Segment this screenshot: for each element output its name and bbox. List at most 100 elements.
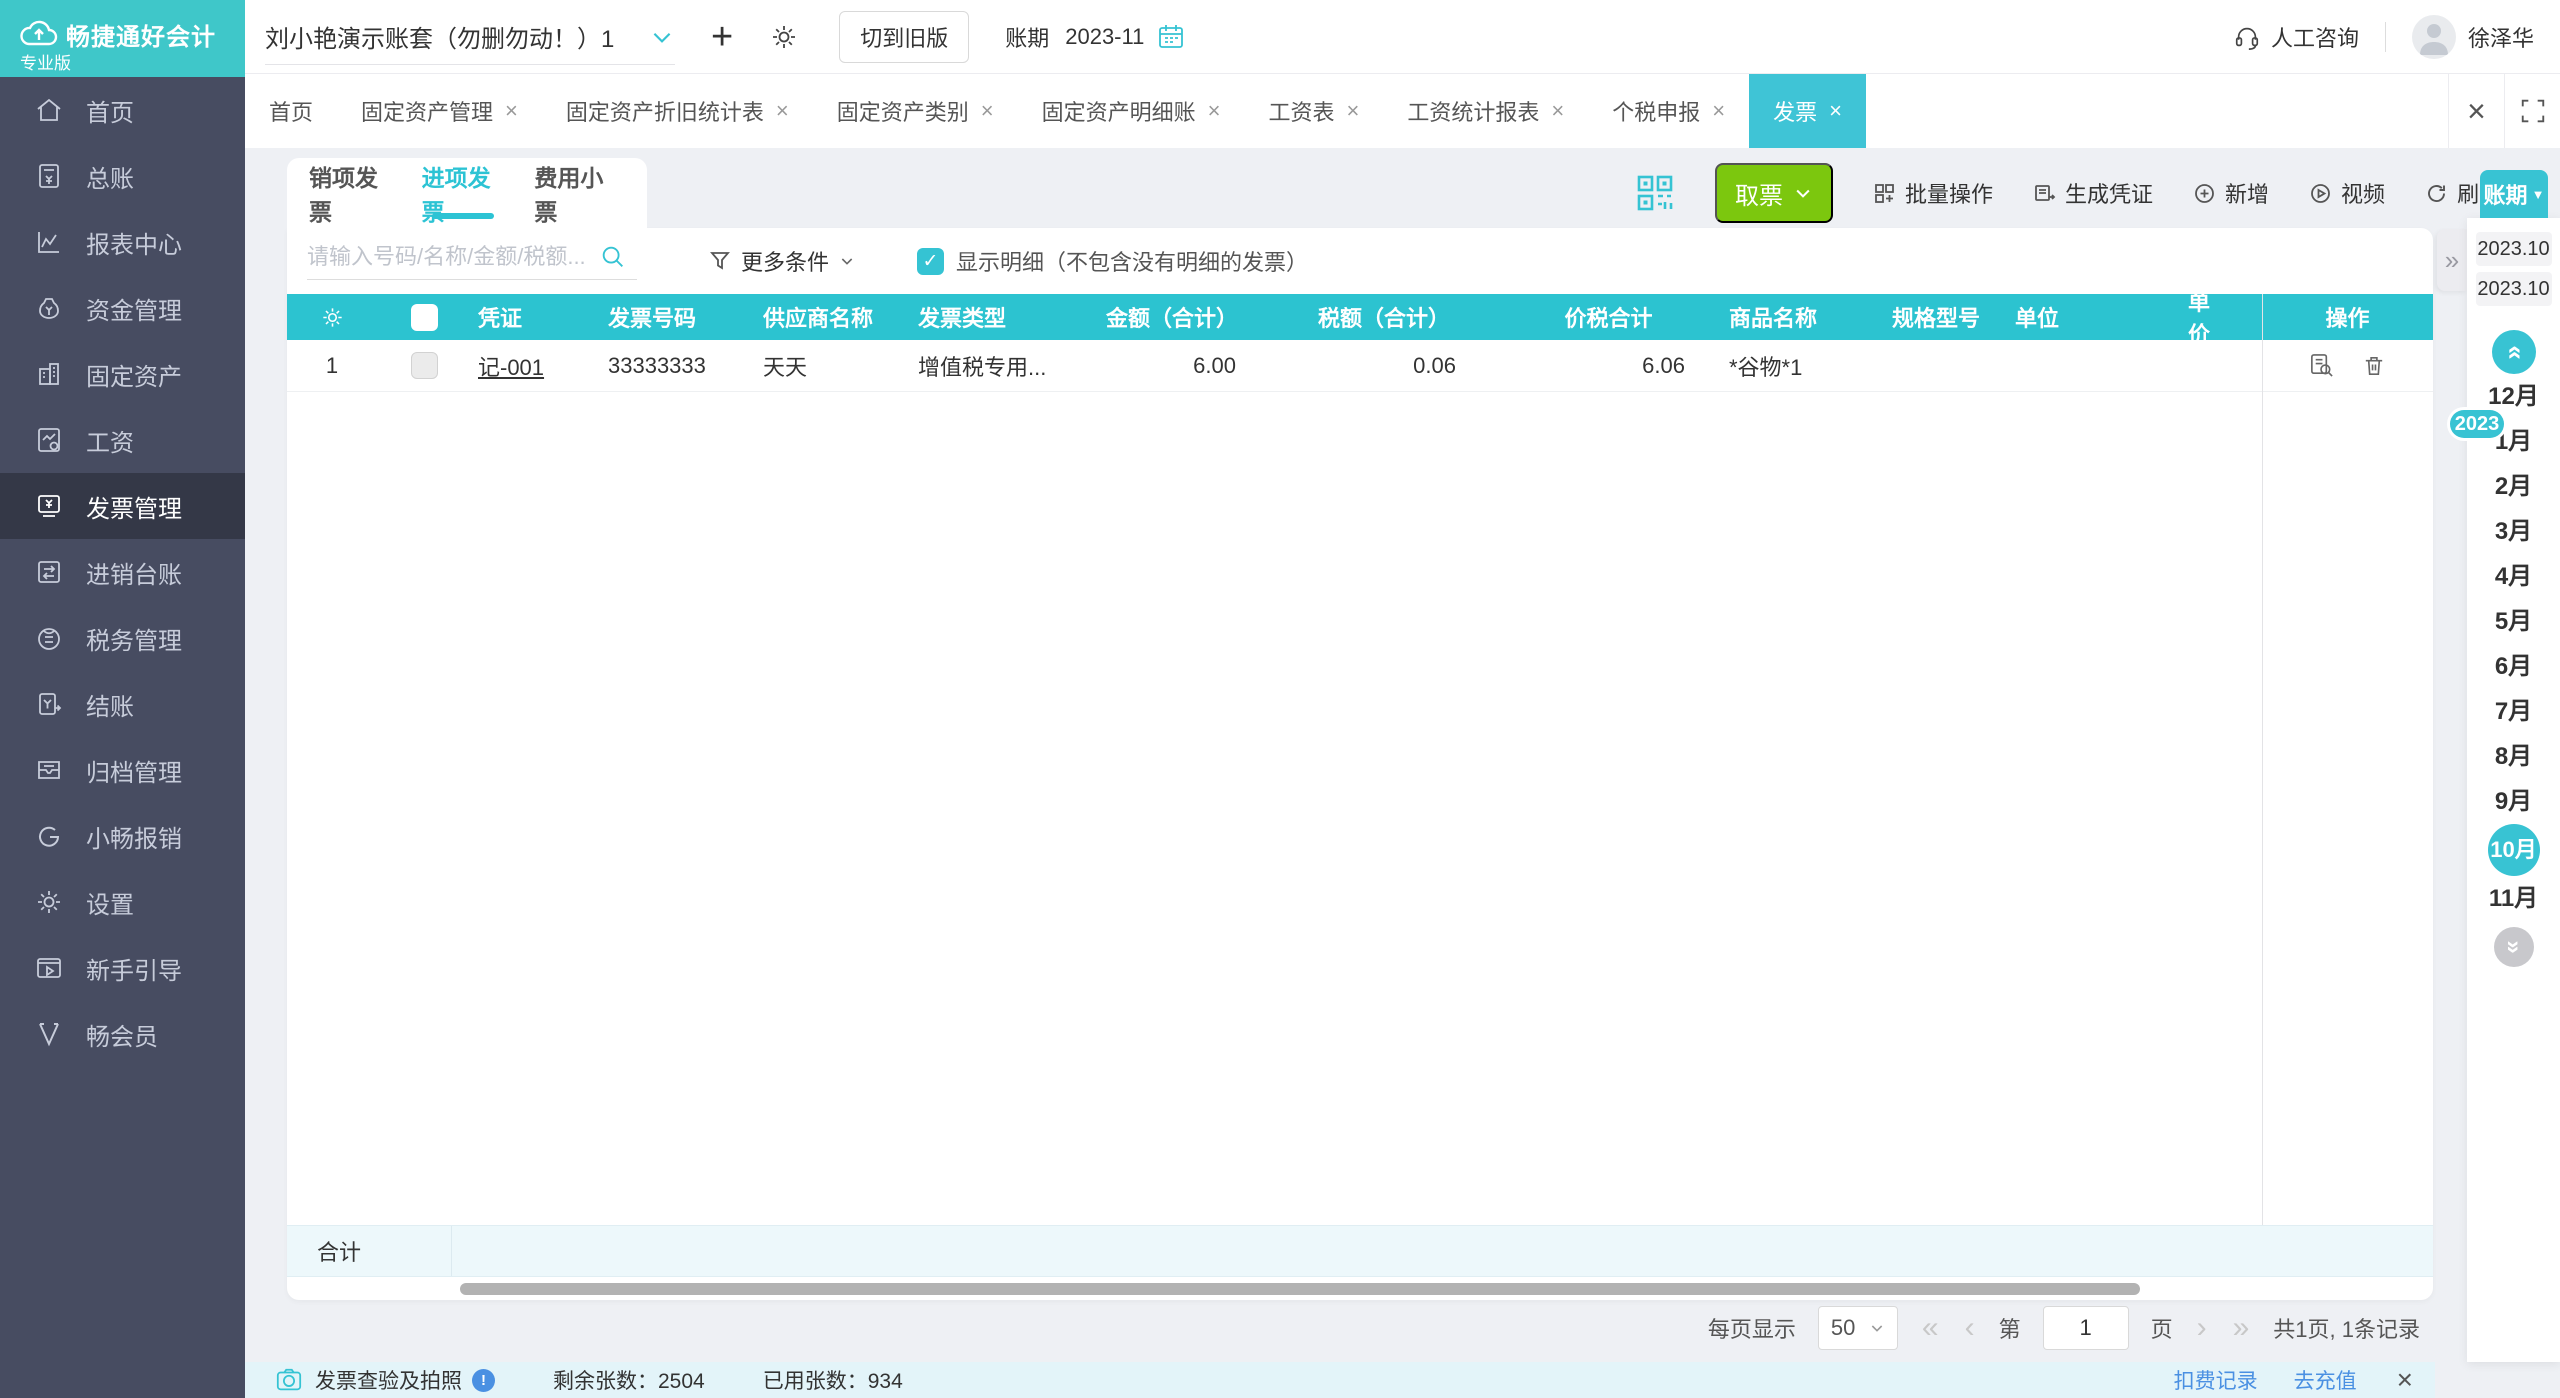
search-input[interactable]: [307, 243, 599, 270]
month-item[interactable]: 2月: [2467, 464, 2560, 509]
month-item[interactable]: 6月: [2467, 644, 2560, 689]
fullscreen-button[interactable]: [2504, 74, 2560, 148]
tab-salary-sheet[interactable]: 工资表 ×: [1245, 74, 1384, 148]
sidebar-item-archive[interactable]: 归档管理: [0, 737, 245, 803]
close-tab-icon[interactable]: ×: [1712, 98, 1725, 124]
header-supplier[interactable]: 供应商名称: [757, 294, 912, 340]
header-invoice-type[interactable]: 发票类型: [912, 294, 1070, 340]
close-tab-icon[interactable]: ×: [1347, 98, 1360, 124]
column-settings-button[interactable]: [287, 294, 377, 340]
tab-personal-tax[interactable]: 个税申报 ×: [1588, 74, 1749, 148]
tab-invoice[interactable]: 发票 ×: [1749, 74, 1867, 148]
month-item[interactable]: 11月: [2467, 876, 2560, 921]
prev-page-button[interactable]: ‹: [1963, 1313, 1977, 1343]
month-item[interactable]: 3月: [2467, 509, 2560, 554]
table-row[interactable]: 1 记-001 33333333 天天 增值税专用... 6.00 0.06 6…: [287, 340, 2433, 392]
sidebar-item-funds[interactable]: 资金管理: [0, 275, 245, 341]
header-voucher[interactable]: 凭证: [472, 294, 602, 340]
header-unit-price[interactable]: 单价: [2188, 294, 2262, 340]
header-amount[interactable]: 金额（合计）: [1070, 294, 1274, 340]
header-total[interactable]: 价税合计: [1494, 294, 1723, 340]
close-tab-icon[interactable]: ×: [1551, 98, 1564, 124]
support-button[interactable]: 人工咨询: [2233, 21, 2359, 53]
account-set-selector[interactable]: 刘小艳演示账套（勿删勿动！）1: [265, 0, 675, 74]
sidebar-item-home[interactable]: 首页: [0, 77, 245, 143]
close-tab-icon[interactable]: ×: [505, 98, 518, 124]
sidebar-item-settings[interactable]: 设置: [0, 869, 245, 935]
month-item[interactable]: 7月: [2467, 689, 2560, 734]
sidebar-item-general-ledger[interactable]: 总账: [0, 143, 245, 209]
calendar-button[interactable]: [1156, 22, 1186, 52]
last-page-button[interactable]: »: [2231, 1313, 2252, 1343]
first-page-button[interactable]: «: [1920, 1313, 1941, 1343]
subtab-sales-invoices[interactable]: 销项发票: [309, 158, 392, 228]
scroll-months-down-button[interactable]: »: [2493, 927, 2534, 967]
tab-home[interactable]: 首页: [245, 74, 337, 148]
add-account-set-button[interactable]: +: [711, 18, 733, 56]
tab-asset-detail-ledger[interactable]: 固定资产明细账 ×: [1018, 74, 1245, 148]
fee-records-link[interactable]: 扣费记录: [2174, 1365, 2258, 1395]
video-help-button[interactable]: 视频: [2309, 177, 2385, 209]
delete-button[interactable]: [2361, 353, 2387, 379]
sidebar-item-invoice[interactable]: 发票管理: [0, 473, 245, 539]
sidebar-item-purchase-sales[interactable]: 进销台账: [0, 539, 245, 605]
make-voucher-button[interactable]: 生成凭证: [2033, 177, 2153, 209]
add-invoice-button[interactable]: 新增: [2193, 177, 2269, 209]
header-spec[interactable]: 规格型号: [1886, 294, 2009, 340]
voucher-link[interactable]: 记-001: [478, 350, 544, 382]
avatar[interactable]: [2411, 14, 2456, 59]
scroll-months-up-button[interactable]: »: [2491, 330, 2536, 374]
show-detail-checkbox[interactable]: ✓: [917, 247, 945, 275]
close-tab-icon[interactable]: ×: [776, 98, 789, 124]
tab-depreciation-report[interactable]: 固定资产折旧统计表 ×: [542, 74, 813, 148]
month-item-active[interactable]: 10月: [2487, 824, 2540, 876]
subtab-purchase-invoices[interactable]: 进项发票: [422, 158, 505, 228]
sidebar-item-closing[interactable]: 结账: [0, 671, 245, 737]
scrollbar-thumb[interactable]: [460, 1283, 2140, 1295]
period-panel-tab[interactable]: 账期 ▼: [2480, 170, 2548, 218]
close-tab-icon[interactable]: ×: [981, 98, 994, 124]
row-checkbox[interactable]: [411, 352, 438, 379]
month-item[interactable]: 9月: [2467, 779, 2560, 824]
close-all-tabs-button[interactable]: ×: [2448, 74, 2504, 148]
sidebar-item-salary[interactable]: 工资: [0, 407, 245, 473]
sidebar-item-member[interactable]: 畅会员: [0, 1001, 245, 1067]
collapse-panel-button[interactable]: »: [2437, 229, 2467, 291]
tab-fixed-asset-mgmt[interactable]: 固定资产管理 ×: [337, 74, 542, 148]
tab-salary-report[interactable]: 工资统计报表 ×: [1383, 74, 1588, 148]
more-conditions-button[interactable]: 更多条件: [709, 245, 855, 277]
sidebar-item-guide[interactable]: 新手引导: [0, 935, 245, 1001]
period-from[interactable]: 2023.10: [2475, 232, 2552, 266]
sidebar-item-report-center[interactable]: 报表中心: [0, 209, 245, 275]
page-number-input[interactable]: [2042, 1306, 2129, 1350]
next-page-button[interactable]: ›: [2195, 1313, 2209, 1343]
month-item[interactable]: 5月: [2467, 599, 2560, 644]
tab-asset-category[interactable]: 固定资产类别 ×: [813, 74, 1018, 148]
view-detail-button[interactable]: [2308, 352, 2335, 379]
close-tab-icon[interactable]: ×: [1208, 98, 1221, 124]
close-bottom-bar-button[interactable]: ×: [2397, 1364, 2413, 1396]
scan-qr-button[interactable]: [1635, 173, 1675, 213]
header-invoice-no[interactable]: 发票号码: [602, 294, 757, 340]
sidebar-item-tax[interactable]: 税务管理: [0, 605, 245, 671]
period-value[interactable]: 2023-11: [1065, 24, 1144, 50]
per-page-select[interactable]: 50: [1817, 1306, 1898, 1350]
sidebar-item-reimburse[interactable]: 小畅报销: [0, 803, 245, 869]
month-item[interactable]: 8月: [2467, 734, 2560, 779]
settings-gear-button[interactable]: [769, 22, 799, 52]
header-product[interactable]: 商品名称: [1723, 294, 1886, 340]
month-item[interactable]: 4月: [2467, 554, 2560, 599]
recharge-link[interactable]: 去充值: [2294, 1365, 2357, 1395]
subtab-expense-receipts[interactable]: 费用小票: [534, 158, 617, 228]
period-to[interactable]: 2023.10: [2475, 272, 2552, 306]
sidebar-item-fixed-assets[interactable]: 固定资产: [0, 341, 245, 407]
batch-actions-button[interactable]: 批量操作: [1873, 177, 1993, 209]
close-tab-icon[interactable]: ×: [1829, 98, 1842, 124]
show-detail-checkbox-row[interactable]: ✓ 显示明细（不包含没有明细的发票）: [917, 245, 1308, 277]
info-icon[interactable]: !: [472, 1368, 495, 1392]
header-unit[interactable]: 单位: [2009, 294, 2188, 340]
select-all-checkbox[interactable]: [411, 303, 438, 331]
header-tax[interactable]: 税额（合计）: [1274, 294, 1494, 340]
get-invoice-button[interactable]: 取票: [1715, 163, 1833, 223]
switch-old-version-button[interactable]: 切到旧版: [839, 10, 970, 63]
